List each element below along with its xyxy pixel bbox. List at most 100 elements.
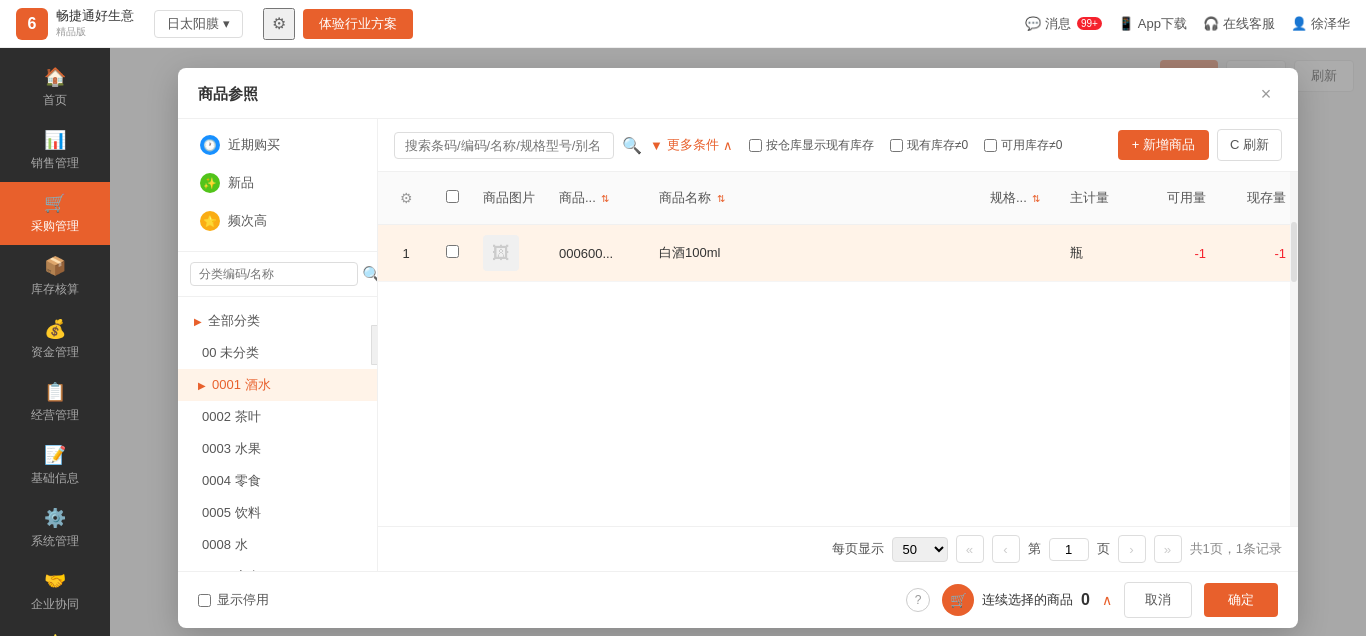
category-search-row: 🔍	[178, 256, 377, 292]
next-page-btn[interactable]: ›	[1118, 535, 1146, 563]
nav-selector[interactable]: 日太阳膜 ▾	[154, 10, 243, 38]
help-icon[interactable]: ?	[906, 588, 930, 612]
col-code-header[interactable]: 商品... ⇅	[547, 172, 647, 225]
category-tree: ▶ 全部分类 00 未分类 ▶ 0001 酒水 0002 茶	[178, 301, 377, 571]
tree-item-chaye[interactable]: 0002 茶叶	[178, 401, 377, 433]
tree-item-lingshi[interactable]: 0004 零食	[178, 465, 377, 497]
check3-label[interactable]: 可用库存≠0	[984, 137, 1062, 154]
message-item[interactable]: 💬 消息 99+	[1025, 15, 1102, 33]
col-avail-header: 可用量	[1138, 172, 1218, 225]
check1-label[interactable]: 按仓库显示现有库存	[749, 137, 874, 154]
sidebar-item-inventory[interactable]: 📦 库存核算	[0, 245, 110, 308]
col-settings-header[interactable]: ⚙	[378, 172, 434, 225]
tree-item-uncategorized[interactable]: 00 未分类	[178, 337, 377, 369]
home-icon: 🏠	[44, 66, 66, 88]
last-page-btn[interactable]: »	[1154, 535, 1182, 563]
refresh-btn[interactable]: C 刷新	[1217, 129, 1282, 161]
page-label: 第	[1028, 540, 1041, 558]
tree-item-all[interactable]: ▶ 全部分类	[178, 305, 377, 337]
dialog-title: 商品参照	[198, 85, 258, 104]
sidebar-label-collab: 企业协同	[31, 596, 79, 613]
col-spec-header[interactable]: 规格... ⇅	[978, 172, 1058, 225]
cart-count: 0	[1081, 591, 1090, 609]
prev-page-btn[interactable]: ‹	[992, 535, 1020, 563]
sidebar-item-system[interactable]: ⚙️ 系统管理	[0, 497, 110, 560]
online-service-item[interactable]: 🎧 在线客服	[1203, 15, 1275, 33]
first-page-btn[interactable]: «	[956, 535, 984, 563]
dialog-close-btn[interactable]: ×	[1254, 82, 1278, 106]
app-download-item[interactable]: 📱 App下载	[1118, 15, 1187, 33]
sidebar-item-guide[interactable]: 🌟 新手引导	[0, 623, 110, 636]
message-icon: 💬	[1025, 16, 1041, 31]
col-check-header[interactable]	[434, 172, 471, 225]
sidebar-item-sales[interactable]: 📊 销售管理	[0, 119, 110, 182]
row-checkbox[interactable]	[446, 245, 459, 258]
tree-item-jiushui[interactable]: ▶ 0001 酒水	[178, 369, 377, 401]
add-product-btn[interactable]: + 新增商品	[1118, 130, 1209, 160]
sidebar-label-management: 经营管理	[31, 407, 79, 424]
toolbar: 🔍 ▼ 更多条件 ∧ 按仓库显示现有库存	[378, 119, 1298, 172]
row-check[interactable]	[434, 225, 471, 282]
row-name: 白酒100ml	[647, 225, 978, 282]
check1-text: 按仓库显示现有库存	[766, 137, 874, 154]
quick-item-new[interactable]: ✨ 新品	[190, 167, 365, 199]
pagination-bar: 每页显示 50 100 200 « ‹ 第 页 ›	[378, 526, 1298, 571]
sidebar-item-base-info[interactable]: 📝 基础信息	[0, 434, 110, 497]
quick-item-recent[interactable]: 🕐 近期购买	[190, 129, 365, 161]
tree-lingshi-label: 0004 零食	[202, 472, 261, 490]
table-row[interactable]: 1 🖼 000600... 白酒100ml	[378, 225, 1298, 282]
sidebar-item-finance[interactable]: 💰 资金管理	[0, 308, 110, 371]
tree-uncategorized-label: 00 未分类	[202, 344, 259, 362]
check3-input[interactable]	[984, 139, 997, 152]
tree-jiushui-arrow-icon: ▶	[198, 380, 206, 391]
filter-btn[interactable]: ▼ 更多条件 ∧	[650, 136, 733, 154]
check1-input[interactable]	[749, 139, 762, 152]
tree-item-jiadian[interactable]: 0010 家电	[178, 561, 377, 571]
tree-item-yinliao[interactable]: 0005 饮料	[178, 497, 377, 529]
sidebar-item-collab[interactable]: 🤝 企业协同	[0, 560, 110, 623]
experience-btn[interactable]: 体验行业方案	[303, 9, 413, 39]
filter-label: 更多条件	[667, 136, 719, 154]
freq-icon: ⭐	[200, 211, 220, 231]
page-input[interactable]	[1049, 538, 1089, 561]
nav-right: 💬 消息 99+ 📱 App下载 🎧 在线客服 👤 徐泽华	[1025, 15, 1350, 33]
logo-icon: 6	[16, 8, 48, 40]
tree-chaye-label: 0002 茶叶	[202, 408, 261, 426]
confirm-btn[interactable]: 确定	[1204, 583, 1278, 617]
check2-input[interactable]	[890, 139, 903, 152]
purchase-icon: 🛒	[44, 192, 66, 214]
table-scrollbar[interactable]	[1290, 172, 1298, 526]
phone-icon: 📱	[1118, 16, 1134, 31]
cart-collapse-icon[interactable]: ∧	[1102, 592, 1112, 608]
user-item[interactable]: 👤 徐泽华	[1291, 15, 1350, 33]
quick-item-freq[interactable]: ⭐ 频次高	[190, 205, 365, 237]
settings-icon-btn[interactable]: ⚙	[263, 8, 295, 40]
select-all-checkbox[interactable]	[446, 190, 459, 203]
sidebar-item-purchase[interactable]: 🛒 采购管理	[0, 182, 110, 245]
category-search-btn[interactable]: 🔍	[362, 265, 378, 284]
show-disabled-label[interactable]: 显示停用	[198, 591, 269, 609]
cancel-btn[interactable]: 取消	[1124, 582, 1192, 618]
product-search-input[interactable]	[394, 132, 614, 159]
col-name-header[interactable]: 商品名称 ⇅	[647, 172, 978, 225]
row-stock: -1	[1218, 225, 1298, 282]
product-search-btn[interactable]: 🔍	[622, 136, 642, 155]
dialog-header: 商品参照 ×	[178, 68, 1298, 119]
sidebar-label-finance: 资金管理	[31, 344, 79, 361]
sidebar-item-home[interactable]: 🏠 首页	[0, 56, 110, 119]
cart-icon-btn[interactable]: 🛒	[942, 584, 974, 616]
check2-label[interactable]: 现有库存≠0	[890, 137, 968, 154]
tree-item-shui[interactable]: 0008 水	[178, 529, 377, 561]
finance-icon: 💰	[44, 318, 66, 340]
per-page-select[interactable]: 50 100 200	[892, 537, 948, 562]
dialog-overlay: 商品参照 × 🕐 近期购买 ✨ 新	[110, 48, 1366, 636]
panel-collapse-btn[interactable]: ‹	[371, 325, 378, 365]
left-panel-top: 🕐 近期购买 ✨ 新品 ⭐ 频次高	[178, 119, 377, 247]
tree-all-label: 全部分类	[208, 312, 260, 330]
category-search-input[interactable]	[190, 262, 358, 286]
sidebar-item-management[interactable]: 📋 经营管理	[0, 371, 110, 434]
show-disabled-checkbox[interactable]	[198, 594, 211, 607]
inventory-icon: 📦	[44, 255, 66, 277]
tree-item-shuiguo[interactable]: 0003 水果	[178, 433, 377, 465]
col-stock-header: 现存量	[1218, 172, 1298, 225]
